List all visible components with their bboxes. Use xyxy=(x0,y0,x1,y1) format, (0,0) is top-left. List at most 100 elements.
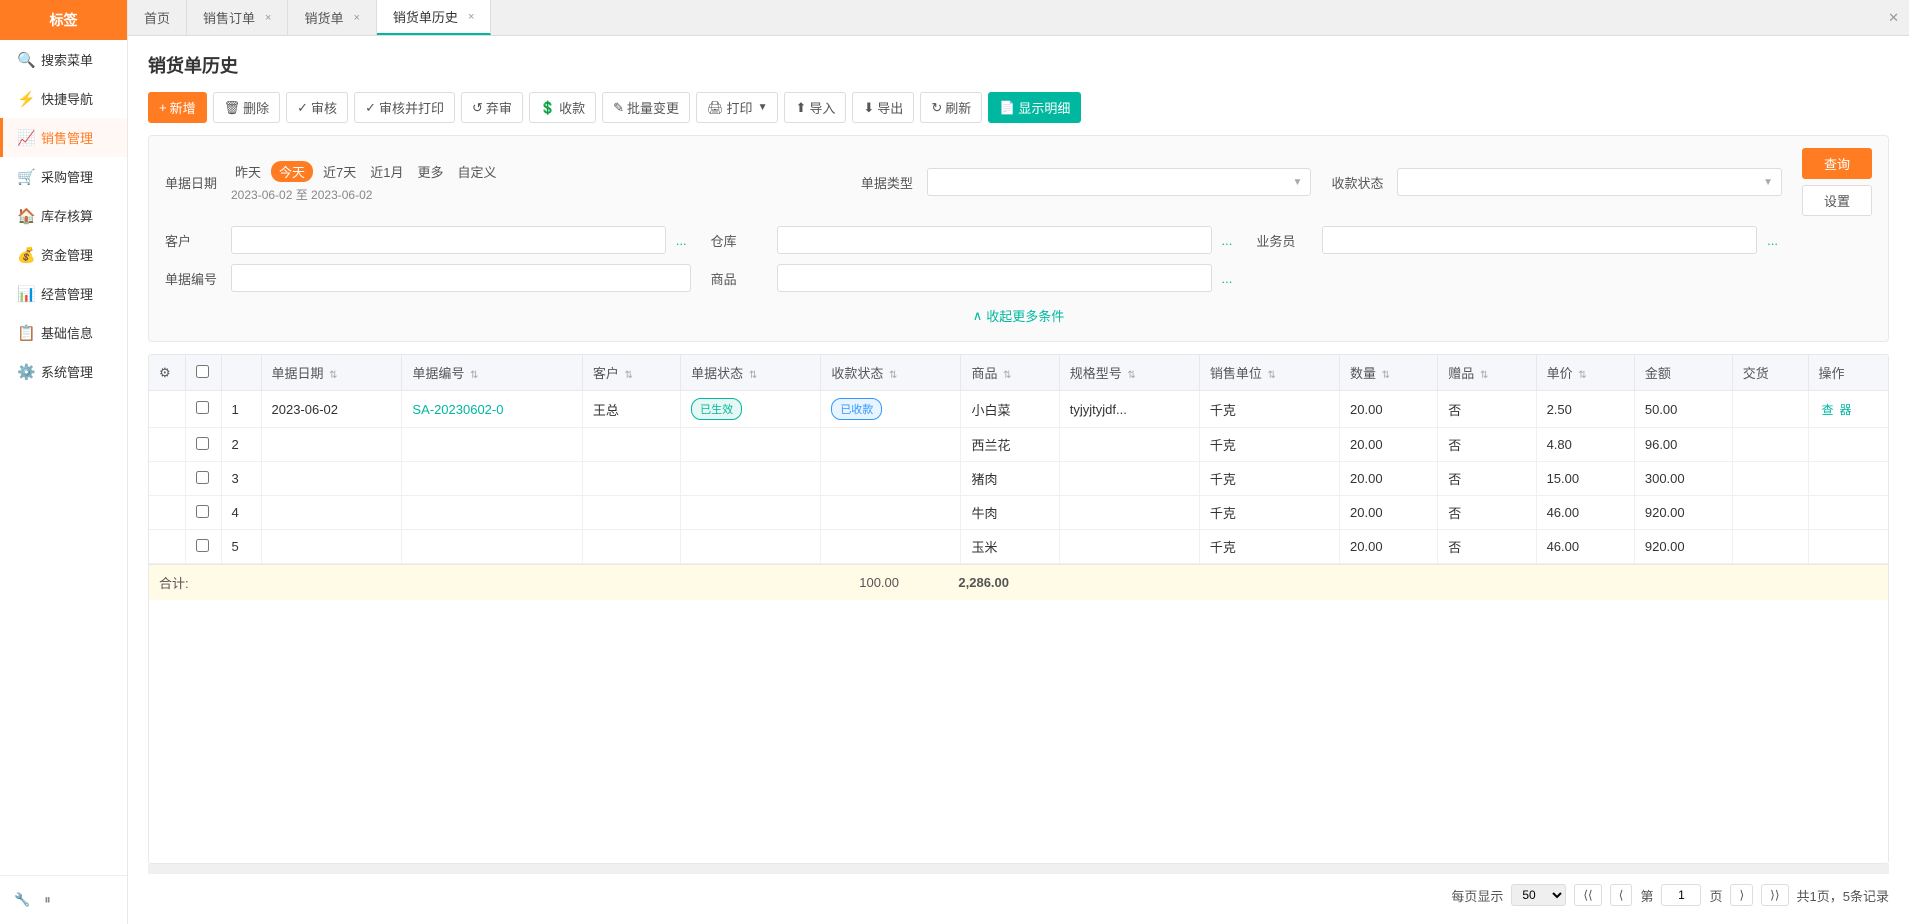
audit-button[interactable]: ✓ 审核 xyxy=(286,92,348,123)
sidebar-item-finance[interactable]: 💰 资金管理 xyxy=(0,235,127,274)
import-button[interactable]: ⬆ 导入 xyxy=(784,92,846,123)
col-actions: 操作 xyxy=(1808,355,1888,391)
sidebar-item-search-menu[interactable]: 🔍 搜索菜单 xyxy=(0,40,127,79)
col-customer-cell xyxy=(582,428,680,462)
last-page-button[interactable]: ⟩⟩ xyxy=(1761,884,1788,906)
tab-sales-order[interactable]: 销售订单 × xyxy=(187,0,288,35)
page-input[interactable] xyxy=(1661,884,1701,906)
row-checkbox[interactable] xyxy=(196,505,209,518)
col-docstatus-cell: 已生效 xyxy=(681,391,821,428)
prev-page-button[interactable]: ⟨ xyxy=(1610,884,1633,906)
shortcut-more[interactable]: 更多 xyxy=(414,161,448,182)
sidebar-item-inventory[interactable]: 🏠 库存核算 xyxy=(0,196,127,235)
audit-print-button[interactable]: ✓ 审核并打印 xyxy=(354,92,455,123)
query-button[interactable]: 查询 xyxy=(1802,148,1872,179)
sidebar-item-ops-mgmt[interactable]: 📊 经营管理 xyxy=(0,274,127,313)
customer-ellipsis[interactable]: ... xyxy=(672,233,691,248)
refresh-button[interactable]: ↻ 刷新 xyxy=(920,92,982,123)
batch-change-button[interactable]: ✎ 批量变更 xyxy=(602,92,690,123)
payment-select[interactable]: ▼ xyxy=(1397,168,1782,196)
tab-close-sales-order[interactable]: × xyxy=(265,12,271,24)
sidebar-bottom: 🔧 ⏸ xyxy=(0,875,127,924)
col-gift[interactable]: 赠品 ⇅ xyxy=(1438,355,1536,391)
col-paymentstatus[interactable]: 收款状态 ⇅ xyxy=(821,355,961,391)
col-settings-cell xyxy=(149,391,185,428)
price-sort-icon: ⇅ xyxy=(1578,370,1586,381)
tab-close-sales-history[interactable]: × xyxy=(468,11,474,23)
tab-close-sales-delivery[interactable]: × xyxy=(353,12,359,24)
sidebar-item-sales-mgmt[interactable]: 📈 销售管理 xyxy=(0,118,127,157)
first-page-button[interactable]: ⟨⟨ xyxy=(1574,884,1601,906)
col-checkbox-cell xyxy=(185,391,221,428)
shortcut-7days[interactable]: 近7天 xyxy=(319,161,360,182)
filter-settings-button[interactable]: 设置 xyxy=(1802,185,1872,216)
docno-input[interactable] xyxy=(231,264,691,292)
collect-button[interactable]: 💲 收款 xyxy=(529,92,596,123)
col-qty[interactable]: 数量 ⇅ xyxy=(1340,355,1438,391)
goods-input[interactable] xyxy=(777,264,1212,292)
print-button[interactable]: 🖨 打印 ▼ xyxy=(696,92,778,123)
col-gift-cell: 否 xyxy=(1438,530,1536,564)
col-price[interactable]: 单价 ⇅ xyxy=(1536,355,1634,391)
col-checkbox-cell xyxy=(185,462,221,496)
per-page-select[interactable]: 50 10 20 100 xyxy=(1511,884,1566,906)
col-actions-cell xyxy=(1808,428,1888,462)
col-docno-cell xyxy=(402,428,582,462)
doctype-select[interactable]: ▼ xyxy=(927,168,1312,196)
delete-button[interactable]: 🗑 删除 xyxy=(213,92,281,123)
tab-sales-delivery[interactable]: 销货单 × xyxy=(288,0,376,35)
shortcut-custom[interactable]: 自定义 xyxy=(454,161,501,182)
col-settings[interactable]: ⚙ xyxy=(149,355,185,391)
select-all-checkbox[interactable] xyxy=(196,365,209,378)
shortcut-yesterday[interactable]: 昨天 xyxy=(231,161,265,182)
shortcut-1month[interactable]: 近1月 xyxy=(366,161,407,182)
col-date[interactable]: 单据日期 ⇅ xyxy=(261,355,402,391)
col-unit[interactable]: 销售单位 ⇅ xyxy=(1199,355,1339,391)
date-label: 单据日期 xyxy=(165,173,225,192)
search-menu-icon: 🔍 xyxy=(17,51,35,69)
shortcut-today[interactable]: 今天 xyxy=(271,161,313,182)
salesperson-input[interactable] xyxy=(1322,226,1757,254)
action-link[interactable]: 查 xyxy=(1822,403,1834,417)
goods-ellipsis[interactable]: ... xyxy=(1218,271,1237,286)
sidebar-bottom-settings[interactable]: 🔧 ⏸ xyxy=(0,884,127,916)
tab-home[interactable]: 首页 xyxy=(128,0,187,35)
col-spec[interactable]: 规格型号 ⇅ xyxy=(1059,355,1199,391)
col-docstatus[interactable]: 单据状态 ⇅ xyxy=(681,355,821,391)
add-button[interactable]: + 新增 xyxy=(148,92,207,123)
sidebar-item-basic-info[interactable]: 📋 基础信息 xyxy=(0,313,127,352)
print-dropdown-icon: ▼ xyxy=(758,102,768,113)
salesperson-ellipsis[interactable]: ... xyxy=(1763,233,1782,248)
tab-sales-history[interactable]: 销货单历史 × xyxy=(377,0,491,35)
row-checkbox[interactable] xyxy=(196,437,209,450)
col-unit-cell: 千克 xyxy=(1199,428,1339,462)
abandon-button[interactable]: ↺ 弃审 xyxy=(461,92,523,123)
table-header-row: ⚙ 单据日期 ⇅ 单据编号 ⇅ xyxy=(149,355,1888,391)
warehouse-input[interactable] xyxy=(777,226,1212,254)
show-detail-button[interactable]: 📄 显示明细 xyxy=(988,92,1081,123)
warehouse-ellipsis[interactable]: ... xyxy=(1218,233,1237,248)
settings-icon: 🔧 xyxy=(14,892,30,908)
customer-input[interactable] xyxy=(231,226,666,254)
sidebar-item-quick-nav[interactable]: ⚡ 快捷导航 xyxy=(0,79,127,118)
table-scrollbar[interactable] xyxy=(148,864,1889,874)
col-qty-cell: 20.00 xyxy=(1340,496,1438,530)
row-checkbox[interactable] xyxy=(196,471,209,484)
window-close-btn[interactable]: ✕ xyxy=(1878,10,1909,26)
export-button[interactable]: ⬇ 导出 xyxy=(852,92,914,123)
next-page-button[interactable]: ⟩ xyxy=(1730,884,1753,906)
col-docno[interactable]: 单据编号 ⇅ xyxy=(402,355,582,391)
action-link[interactable]: 器 xyxy=(1840,403,1852,417)
collapse-button[interactable]: ∧ 收起更多条件 xyxy=(165,302,1872,329)
col-goods[interactable]: 商品 ⇅ xyxy=(961,355,1059,391)
row-checkbox[interactable] xyxy=(196,539,209,552)
page-label-suffix: 页 xyxy=(1709,886,1722,905)
sales-mgmt-icon: 📈 xyxy=(17,129,35,147)
docno-sort-icon: ⇅ xyxy=(470,370,478,381)
sidebar-item-purchase-mgmt[interactable]: 🛒 采购管理 xyxy=(0,157,127,196)
toolbar: + 新增 🗑 删除 ✓ 审核 ✓ 审核并打印 ↺ 弃审 💲 收款 xyxy=(148,92,1889,123)
row-checkbox[interactable] xyxy=(196,401,209,414)
col-num-cell: 1 xyxy=(221,391,261,428)
sidebar-item-sys-mgmt[interactable]: ⚙️ 系统管理 xyxy=(0,352,127,391)
col-customer[interactable]: 客户 ⇅ xyxy=(582,355,680,391)
